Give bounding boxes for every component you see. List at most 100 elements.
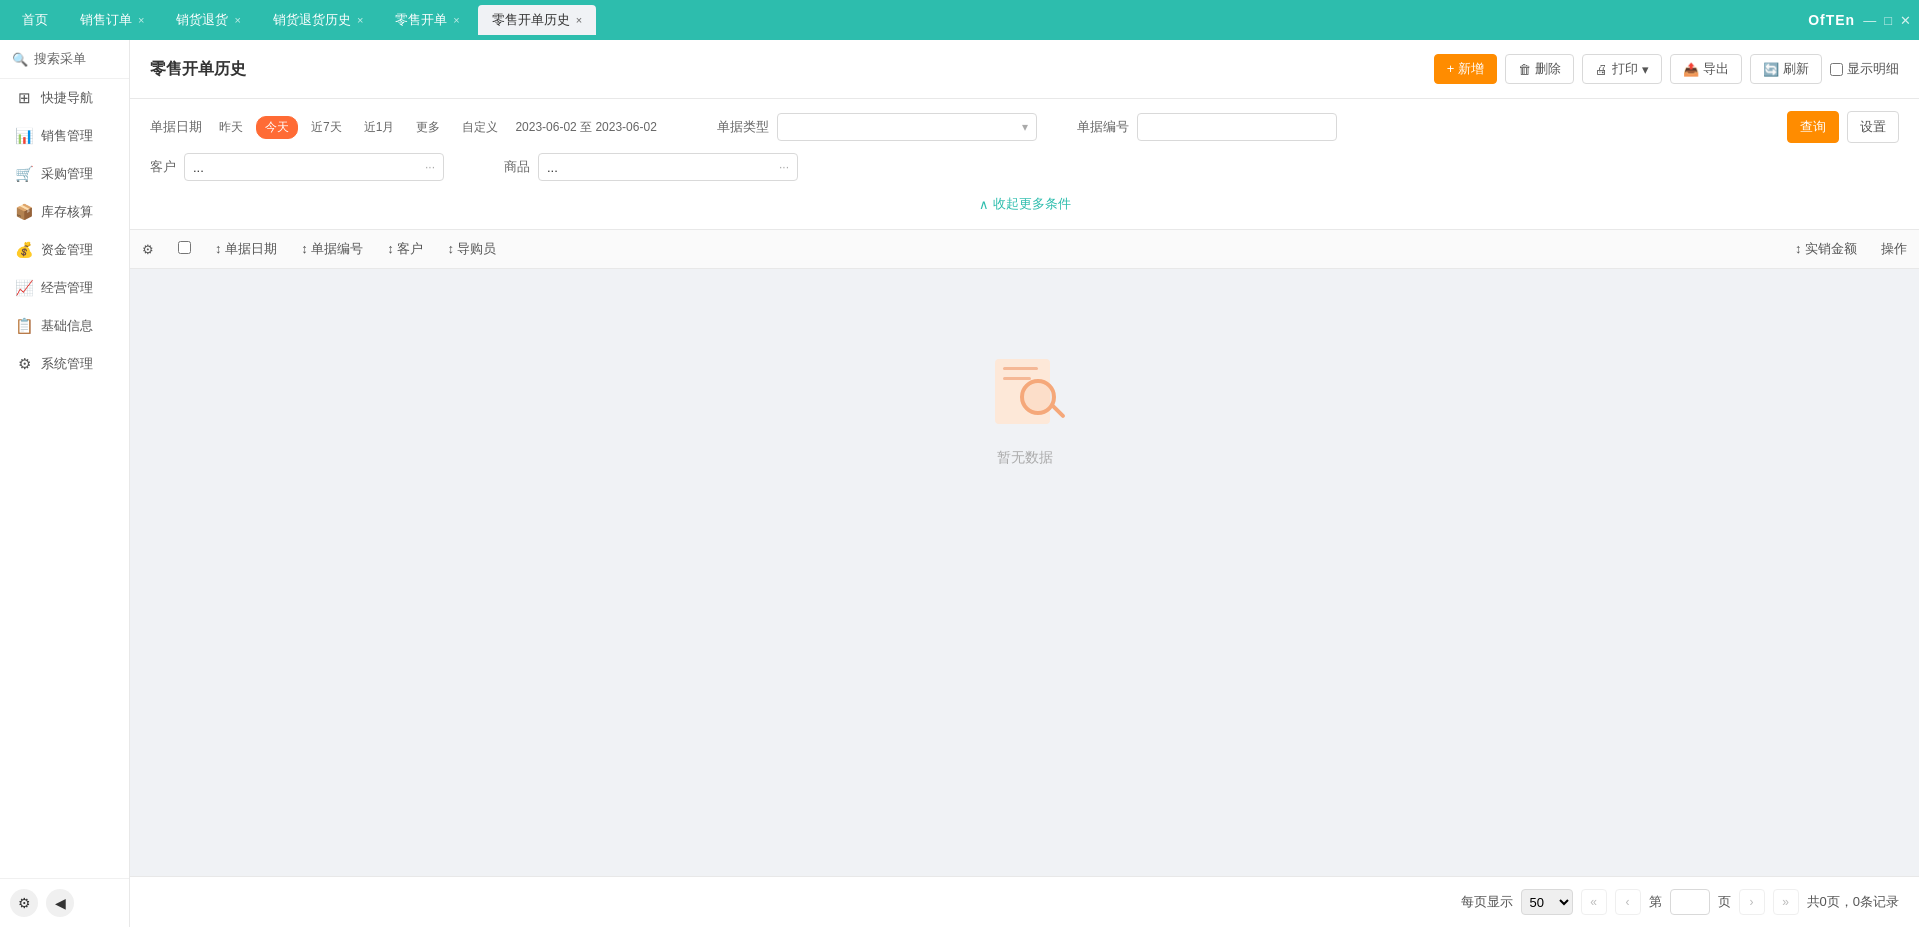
tab-close-sales-return[interactable]: × [234, 14, 240, 26]
data-table: ⚙ ↕ 单据日期 ↕ 单据编号 ↕ 客户 [130, 230, 1919, 269]
tab-close-sales-return-history[interactable]: × [357, 14, 363, 26]
sidebar-label-inventory: 库存核算 [41, 203, 93, 221]
filter-collapse-row: ∧ 收起更多条件 [150, 191, 1899, 217]
per-page-select[interactable]: 102050100 [1521, 889, 1573, 915]
product-dropdown-icon: ··· [779, 160, 789, 174]
filter-product-item: 商品 ... ··· [504, 153, 798, 181]
sidebar-item-system[interactable]: ⚙系统管理 [0, 345, 129, 383]
brand-name: OfTEn [1808, 12, 1855, 28]
maximize-btn[interactable]: □ [1884, 13, 1892, 28]
gear-column-header[interactable]: ⚙ [130, 230, 166, 269]
empty-middle-header [509, 230, 1783, 269]
tab-close-retail-open-history[interactable]: × [576, 14, 582, 26]
product-select[interactable]: ... ··· [538, 153, 798, 181]
doc-no-header[interactable]: ↕ 单据编号 [289, 230, 375, 269]
customer-dropdown-icon: ··· [425, 160, 435, 174]
filter-customer-item: 客户 ... ··· [150, 153, 444, 181]
sidebar-label-quick-nav: 快捷导航 [41, 89, 93, 107]
sidebar-item-basic-info[interactable]: 📋 基础信息 [0, 307, 129, 345]
close-btn[interactable]: ✕ [1900, 13, 1911, 28]
tab-retail-open[interactable]: 零售开单× [381, 5, 473, 35]
tab-sales-return-history[interactable]: 销货退货历史× [259, 5, 377, 35]
date-btn-昨天[interactable]: 昨天 [210, 116, 252, 139]
page-label-before: 第 [1649, 893, 1662, 911]
refresh-button[interactable]: 🔄 刷新 [1750, 54, 1822, 84]
doc-date-header[interactable]: ↕ 单据日期 [203, 230, 289, 269]
filter-date-item: 单据日期 昨天今天近7天近1月更多自定义 2023-06-02 至 2023-0… [150, 116, 657, 139]
page-label-after: 页 [1718, 893, 1731, 911]
customer-select[interactable]: ... ··· [184, 153, 444, 181]
date-btn-今天[interactable]: 今天 [256, 116, 298, 139]
settings-gear-btn[interactable]: ⚙ [10, 889, 38, 917]
docno-label: 单据编号 [1077, 118, 1129, 136]
sidebar-label-basic-info: 基础信息 [41, 317, 93, 335]
prev-page-btn[interactable]: ‹ [1615, 889, 1641, 915]
customer-label: 客户 [150, 158, 176, 176]
date-btn-自定义[interactable]: 自定义 [453, 116, 507, 139]
magnify-shape [1020, 379, 1056, 415]
filter-row-1: 单据日期 昨天今天近7天近1月更多自定义 2023-06-02 至 2023-0… [150, 111, 1899, 143]
actions-header: 操作 [1869, 230, 1919, 269]
per-page-label: 每页显示 [1461, 893, 1513, 911]
tab-sales-order[interactable]: 销售订单× [66, 5, 158, 35]
current-page-input[interactable]: 1 [1670, 889, 1710, 915]
sidebar-item-sales-mgmt[interactable]: 📊销售管理 [0, 117, 129, 155]
sidebar-item-inventory[interactable]: 📦库存核算 [0, 193, 129, 231]
tab-retail-open-history[interactable]: 零售开单历史× [478, 5, 596, 35]
sidebar-label-sales-mgmt: 销售管理 [41, 127, 93, 145]
collapse-button[interactable]: ∧ 收起更多条件 [975, 191, 1075, 217]
query-button[interactable]: 查询 [1787, 111, 1839, 143]
filter-actions: 查询 设置 [1787, 111, 1899, 143]
settings-button[interactable]: 设置 [1847, 111, 1899, 143]
filter-doctype-item: 单据类型 ▾ [717, 113, 1037, 141]
sidebar-search[interactable]: 🔍 搜索采单 [0, 40, 129, 79]
doctype-label: 单据类型 [717, 118, 769, 136]
top-tabbar: 首页销售订单×销货退货×销货退货历史×零售开单×零售开单历史× OfTEn — … [0, 0, 1919, 40]
sidebar-label-operation: 经营管理 [41, 279, 93, 297]
add-button[interactable]: + 新增 [1434, 54, 1497, 84]
date-btn-近1月[interactable]: 近1月 [355, 116, 404, 139]
date-btn-更多[interactable]: 更多 [407, 116, 449, 139]
sidebar-item-purchase-mgmt[interactable]: 🛒采购管理 [0, 155, 129, 193]
filter-area: 单据日期 昨天今天近7天近1月更多自定义 2023-06-02 至 2023-0… [130, 99, 1919, 230]
main-layout: 🔍 搜索采单 ⊞ 快捷导航 📊销售管理🛒采购管理📦库存核算💰资金管理 📈 经营管理 📋 基础… [0, 40, 1919, 927]
tab-close-retail-open[interactable]: × [453, 14, 459, 26]
sidebar-label-finance: 资金管理 [41, 241, 93, 259]
sidebar-item-operation[interactable]: 📈 经营管理 [0, 269, 129, 307]
date-label: 单据日期 [150, 118, 202, 136]
export-button[interactable]: 📤 导出 [1670, 54, 1742, 84]
sidebar-item-finance[interactable]: 💰资金管理 [0, 231, 129, 269]
actual-amount-header[interactable]: ↕ 实销金额 [1783, 230, 1869, 269]
sidebar-icon-operation: 📈 [15, 279, 33, 297]
minimize-btn[interactable]: — [1863, 13, 1876, 28]
sidebar-icon-purchase-mgmt: 🛒 [15, 165, 33, 183]
customer-header[interactable]: ↕ 客户 [375, 230, 435, 269]
sidebar-icon-quick-nav: ⊞ [15, 89, 33, 107]
display-detail-input[interactable] [1830, 63, 1843, 76]
search-icon: 🔍 [12, 52, 28, 67]
first-page-btn[interactable]: « [1581, 889, 1607, 915]
filter-row-2: 客户 ... ··· 商品 ... ··· [150, 153, 1899, 181]
doctype-select[interactable]: ▾ [777, 113, 1037, 141]
tab-close-sales-order[interactable]: × [138, 14, 144, 26]
date-range-value: 2023-06-02 至 2023-06-02 [515, 119, 656, 136]
docno-input[interactable] [1137, 113, 1337, 141]
tab-home[interactable]: 首页 [8, 5, 62, 35]
select-all-checkbox[interactable] [178, 241, 191, 254]
last-page-btn[interactable]: » [1773, 889, 1799, 915]
display-detail-checkbox[interactable]: 显示明细 [1830, 60, 1899, 78]
guide-header[interactable]: ↕ 导购员 [435, 230, 508, 269]
checkbox-column-header[interactable] [166, 230, 203, 269]
delete-button[interactable]: 🗑 删除 [1505, 54, 1574, 84]
sidebar-icon-basic-info: 📋 [15, 317, 33, 335]
sidebar-item-quick-nav[interactable]: ⊞ 快捷导航 [0, 79, 129, 117]
sidebar-collapse-btn[interactable]: ◀ [46, 889, 74, 917]
print-button[interactable]: 🖨 打印 ▾ [1582, 54, 1662, 84]
print-icon: 🖨 [1595, 62, 1608, 77]
refresh-icon: 🔄 [1763, 62, 1779, 77]
date-range-buttons: 昨天今天近7天近1月更多自定义 [210, 116, 507, 139]
tab-sales-return[interactable]: 销货退货× [162, 5, 254, 35]
next-page-btn[interactable]: › [1739, 889, 1765, 915]
print-dropdown-icon: ▾ [1642, 62, 1649, 77]
date-btn-近7天[interactable]: 近7天 [302, 116, 351, 139]
